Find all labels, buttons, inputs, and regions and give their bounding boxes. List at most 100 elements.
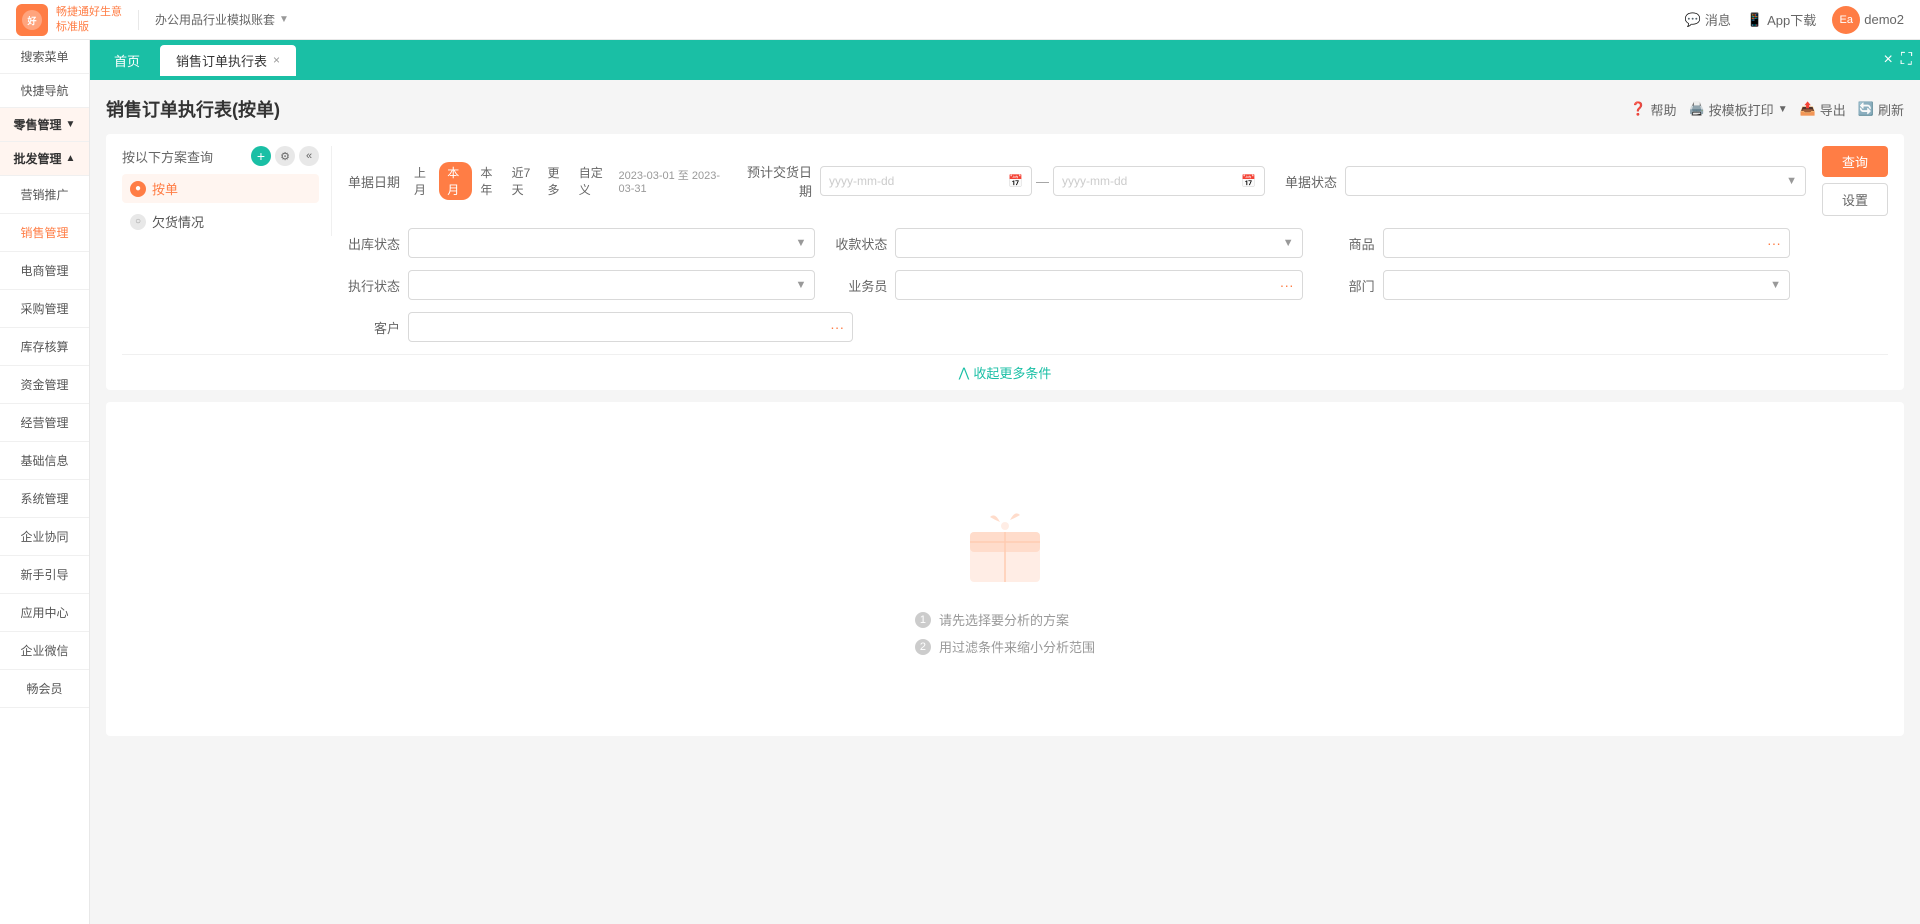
sidebar-item-apps[interactable]: 应用中心 <box>0 594 89 632</box>
sidebar-search[interactable]: 搜索菜单 <box>0 40 89 74</box>
sidebar-item-system[interactable]: 系统管理 <box>0 480 89 518</box>
scheme-item-icon-order: ● <box>130 181 146 197</box>
status-select[interactable]: ▼ <box>1345 166 1806 196</box>
page-content: 销售订单执行表(按单) ❓ 帮助 🖨️ 按模板打印 ▼ 📤 导出 <box>90 80 1920 924</box>
page-header: 销售订单执行表(按单) ❓ 帮助 🖨️ 按模板打印 ▼ 📤 导出 <box>106 96 1904 122</box>
receive-status-select[interactable]: ▼ <box>895 228 1302 258</box>
scheme-item-shortage[interactable]: ○ 欠货情况 <box>122 207 319 236</box>
expected-date-end[interactable]: yyyy-mm-dd 📅 <box>1053 166 1265 196</box>
status-field: 单据状态 ▼ <box>1281 166 1806 196</box>
dept-field: 部门 ▼ <box>1319 270 1790 300</box>
print-icon: 🖨️ <box>1688 101 1704 117</box>
refresh-icon: 🔄 <box>1858 101 1874 117</box>
user-profile[interactable]: Ea demo2 <box>1832 6 1904 34</box>
export-icon: 📤 <box>1800 101 1816 117</box>
receive-chevron-icon: ▼ <box>1283 237 1294 249</box>
help-btn[interactable]: ❓ 帮助 <box>1630 100 1676 119</box>
salesman-input[interactable]: ··· <box>895 270 1302 300</box>
date-tab-thisyear[interactable]: 本年 <box>474 162 503 200</box>
sidebar-quick-nav[interactable]: 快捷导航 <box>0 74 89 108</box>
app-logo: 好 <box>16 4 48 36</box>
sidebar-item-guide[interactable]: 新手引导 <box>0 556 89 594</box>
sidebar-item-finance[interactable]: 资金管理 <box>0 366 89 404</box>
scheme-panel-header: 按以下方案查询 + ⚙ « <box>122 146 319 166</box>
date-tab-more[interactable]: 更多 <box>542 162 571 200</box>
sidebar-item-marketing[interactable]: 营销推广 <box>0 176 89 214</box>
scheme-actions: + ⚙ « <box>251 146 319 166</box>
sidebar-label-retail: 零售管理 <box>14 116 62 133</box>
filter-fields: 单据日期 上月 本月 本年 近7天 更多 自定义 <box>344 146 1888 342</box>
scheme-edit-btn[interactable]: ⚙ <box>275 146 295 166</box>
date-tab-thismonth[interactable]: 本月 <box>439 162 472 200</box>
print-arrow-icon: ▼ <box>1778 104 1788 115</box>
salesman-dots-icon: ··· <box>1280 277 1294 293</box>
industry-title[interactable]: 办公用品行业模拟账套 ▼ <box>155 11 289 28</box>
collapse-bar[interactable]: ⋀ 收起更多条件 <box>122 354 1888 390</box>
exec-status-field: 执行状态 ▼ <box>344 270 815 300</box>
retail-arrow-icon: ▼ <box>66 119 76 130</box>
sidebar-item-basic[interactable]: 基础信息 <box>0 442 89 480</box>
page-actions: ❓ 帮助 🖨️ 按模板打印 ▼ 📤 导出 🔄 刷新 <box>1630 100 1904 119</box>
sidebar-item-ecommerce[interactable]: 电商管理 <box>0 252 89 290</box>
tip-num-2: 2 <box>915 639 931 655</box>
filter-row-3: 执行状态 ▼ 业务员 ··· <box>344 270 1888 300</box>
tab-active[interactable]: 销售订单执行表 × <box>160 45 296 76</box>
scheme-collapse-btn[interactable]: « <box>299 146 319 166</box>
app-brand: 畅捷通好生意 标准版 <box>56 5 122 34</box>
message-btn[interactable]: 💬 消息 <box>1685 10 1731 29</box>
sidebar-item-member[interactable]: 畅会员 <box>0 670 89 708</box>
date-tab-7days[interactable]: 近7天 <box>506 162 540 200</box>
settings-button[interactable]: 设置 <box>1822 183 1888 216</box>
expected-date-range: yyyy-mm-dd 📅 — yyyy-mm-dd 📅 <box>820 166 1265 196</box>
sidebar-item-wechat[interactable]: 企业微信 <box>0 632 89 670</box>
date-tab-custom[interactable]: 自定义 <box>573 162 611 200</box>
goods-input[interactable]: ··· <box>1383 228 1790 258</box>
topbar-right: 💬 消息 📱 App下载 Ea demo2 <box>1685 6 1904 34</box>
tab-home[interactable]: 首页 <box>98 45 156 76</box>
customer-field: 客户 ··· <box>344 312 853 342</box>
content-area: 首页 销售订单执行表 × × ⛶ 销售订单执行表(按单) ❓ 帮助 <box>90 40 1920 924</box>
expected-date-start[interactable]: yyyy-mm-dd 📅 <box>820 166 1032 196</box>
search-button[interactable]: 查询 <box>1822 146 1888 177</box>
tab-minimize-icon[interactable]: × <box>1883 51 1892 69</box>
calendar-icon-start: 📅 <box>1008 174 1023 188</box>
sidebar-item-operation[interactable]: 经营管理 <box>0 404 89 442</box>
app-download-btn[interactable]: 📱 App下载 <box>1747 10 1816 29</box>
main-layout: 搜索菜单 快捷导航 零售管理 ▼ 批发管理 ▲ 营销推广 销售管理 电商管理 采… <box>0 40 1920 924</box>
export-btn[interactable]: 📤 导出 <box>1800 100 1846 119</box>
sidebar-item-retail[interactable]: 零售管理 ▼ <box>0 108 89 142</box>
date-field: 单据日期 上月 本月 本年 近7天 更多 自定义 <box>344 162 724 200</box>
filter-row-1: 单据日期 上月 本月 本年 近7天 更多 自定义 <box>344 146 1888 216</box>
topbar-left: 好 畅捷通好生意 标准版 办公用品行业模拟账套 ▼ <box>16 4 289 36</box>
print-btn[interactable]: 🖨️ 按模板打印 ▼ <box>1688 100 1787 119</box>
tab-active-label: 销售订单执行表 <box>176 51 267 70</box>
tab-close-btn[interactable]: × <box>273 53 280 67</box>
sidebar-item-purchase[interactable]: 采购管理 <box>0 290 89 328</box>
exec-status-select[interactable]: ▼ <box>408 270 815 300</box>
ship-status-select[interactable]: ▼ <box>408 228 815 258</box>
goods-dots-icon: ··· <box>1767 235 1781 251</box>
sidebar-item-inventory[interactable]: 库存核算 <box>0 328 89 366</box>
industry-dropdown-icon: ▼ <box>279 14 289 25</box>
calendar-icon-end: 📅 <box>1241 174 1256 188</box>
salesman-field: 业务员 ··· <box>831 270 1302 300</box>
scheme-item-order[interactable]: ● 按单 <box>122 174 319 203</box>
filter-top-row: 按以下方案查询 + ⚙ « ● 按单 ○ <box>122 146 1888 342</box>
search-actions: 查询 设置 <box>1822 146 1888 216</box>
topbar: 好 畅捷通好生意 标准版 办公用品行业模拟账套 ▼ 💬 消息 📱 App下载 E… <box>0 0 1920 40</box>
sidebar-item-enterprise[interactable]: 企业协同 <box>0 518 89 556</box>
customer-dots-icon: ··· <box>830 319 844 335</box>
dept-select[interactable]: ▼ <box>1383 270 1790 300</box>
scheme-panel: 按以下方案查询 + ⚙ « ● 按单 ○ <box>122 146 332 236</box>
app-icon: 📱 <box>1747 12 1763 28</box>
sidebar-item-wholesale[interactable]: 批发管理 ▲ <box>0 142 89 176</box>
sidebar: 搜索菜单 快捷导航 零售管理 ▼ 批发管理 ▲ 营销推广 销售管理 电商管理 采… <box>0 40 90 924</box>
date-tab-lastmonth[interactable]: 上月 <box>408 162 437 200</box>
expected-date-field: 预计交货日期 yyyy-mm-dd 📅 — yyyy-mm-dd <box>740 162 1265 200</box>
refresh-btn[interactable]: 🔄 刷新 <box>1858 100 1904 119</box>
customer-input[interactable]: ··· <box>408 312 853 342</box>
receive-status-field: 收款状态 ▼ <box>831 228 1302 258</box>
tab-maximize-icon[interactable]: ⛶ <box>1901 51 1912 69</box>
sidebar-item-sales[interactable]: 销售管理 <box>0 214 89 252</box>
scheme-add-btn[interactable]: + <box>251 146 271 166</box>
